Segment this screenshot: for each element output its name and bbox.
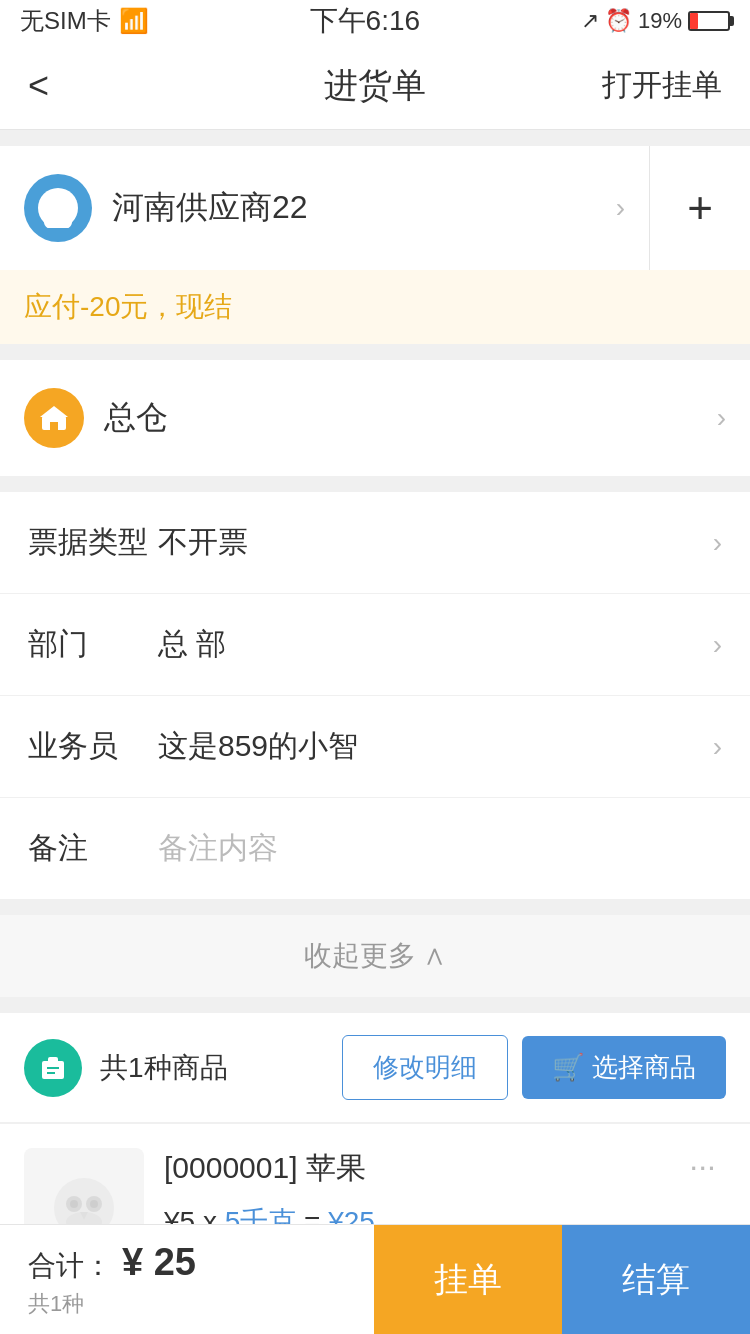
product-header-icon <box>24 1039 82 1097</box>
salesperson-value: 这是859的小智 <box>158 726 713 767</box>
product-header: 共1种商品 修改明细 🛒 选择商品 <box>0 1013 750 1122</box>
warehouse-name: 总仓 <box>104 396 717 440</box>
salesperson-label: 业务员 <box>28 726 158 767</box>
page-title: 进货单 <box>324 63 426 109</box>
footer-total: 合计： ¥ 25 共1种 <box>0 1241 374 1319</box>
product-more-button[interactable]: ··· <box>679 1148 726 1185</box>
svg-point-1 <box>44 213 72 228</box>
supplier-section: 河南供应商22 › + <box>0 146 750 270</box>
collapse-label: 收起更多 ∧ <box>304 937 447 975</box>
total-count: 共1种 <box>28 1289 346 1319</box>
checkout-button[interactable]: 结算 <box>562 1225 750 1335</box>
supplier-chevron-icon: › <box>616 192 625 224</box>
warehouse-icon <box>24 388 84 448</box>
suspend-button[interactable]: 挂单 <box>374 1225 562 1335</box>
footer: 合计： ¥ 25 共1种 挂单 结算 <box>0 1224 750 1334</box>
back-button[interactable]: < <box>28 65 88 107</box>
warehouse-chevron-icon: › <box>717 402 726 434</box>
remark-input[interactable]: 备注内容 <box>158 828 722 869</box>
svg-rect-4 <box>50 422 58 430</box>
info-text: 应付-20元，现结 <box>24 291 232 322</box>
salesperson-chevron-icon: › <box>713 731 722 763</box>
department-value: 总 部 <box>158 624 713 665</box>
select-product-label: 选择商品 <box>592 1050 696 1085</box>
cart-icon: 🛒 <box>552 1052 584 1083</box>
svg-marker-3 <box>40 406 68 417</box>
location-icon: ↗ <box>581 8 599 34</box>
alarm-icon: ⏰ <box>605 8 632 34</box>
carrier-text: 无SIM卡 <box>20 5 111 37</box>
invoice-type-chevron-icon: › <box>713 527 722 559</box>
department-chevron-icon: › <box>713 629 722 661</box>
avatar-face <box>38 188 78 228</box>
supplier-avatar <box>24 174 92 242</box>
status-time: 下午6:16 <box>310 2 421 40</box>
total-line1: 合计： ¥ 25 <box>28 1241 346 1285</box>
open-pending-button[interactable]: 打开挂单 <box>602 65 722 106</box>
nav-bar: < 进货单 打开挂单 <box>0 42 750 130</box>
add-supplier-button[interactable]: + <box>650 146 750 270</box>
svg-rect-6 <box>48 1057 58 1063</box>
form-row-department[interactable]: 部门 总 部 › <box>0 594 750 696</box>
invoice-type-value: 不开票 <box>158 522 713 563</box>
svg-rect-5 <box>42 1061 64 1079</box>
supplier-name: 河南供应商22 <box>112 186 616 230</box>
warehouse-section[interactable]: 总仓 › <box>0 360 750 476</box>
total-label: 合计： <box>28 1247 112 1285</box>
wifi-icon: 📶 <box>119 7 149 35</box>
form-row-salesperson[interactable]: 业务员 这是859的小智 › <box>0 696 750 798</box>
status-carrier: 无SIM卡 📶 <box>20 5 149 37</box>
supplier-row[interactable]: 河南供应商22 › <box>0 146 650 270</box>
status-bar: 无SIM卡 📶 下午6:16 ↗ ⏰ 19% <box>0 0 750 42</box>
spacer-1 <box>0 130 750 146</box>
info-banner: 应付-20元，现结 <box>0 270 750 344</box>
product-count: 共1种商品 <box>100 1049 342 1087</box>
department-label: 部门 <box>28 624 158 665</box>
product-name: [0000001] 苹果 <box>164 1148 679 1189</box>
svg-point-12 <box>70 1200 78 1208</box>
svg-point-13 <box>90 1200 98 1208</box>
modify-detail-button[interactable]: 修改明细 <box>342 1035 508 1100</box>
form-row-invoice-type[interactable]: 票据类型 不开票 › <box>0 492 750 594</box>
battery-percent: 19% <box>638 8 682 34</box>
svg-point-0 <box>50 195 66 211</box>
form-section: 票据类型 不开票 › 部门 总 部 › 业务员 这是859的小智 › 备注 备注… <box>0 492 750 899</box>
battery-icon <box>688 11 730 31</box>
form-row-remark[interactable]: 备注 备注内容 <box>0 798 750 899</box>
total-amount: ¥ 25 <box>122 1241 196 1284</box>
product-code: [0000001] <box>164 1151 306 1184</box>
select-product-button[interactable]: 🛒 选择商品 <box>522 1036 726 1099</box>
invoice-type-label: 票据类型 <box>28 522 158 563</box>
main-content: 河南供应商22 › + 应付-20元，现结 总仓 › 票据类型 不开票 <box>0 130 750 1334</box>
remark-label: 备注 <box>28 828 158 869</box>
product-title: 苹果 <box>306 1151 366 1184</box>
warehouse-row[interactable]: 总仓 › <box>0 360 750 476</box>
status-right-group: ↗ ⏰ 19% <box>581 8 730 34</box>
collapse-bar[interactable]: 收起更多 ∧ <box>0 915 750 997</box>
